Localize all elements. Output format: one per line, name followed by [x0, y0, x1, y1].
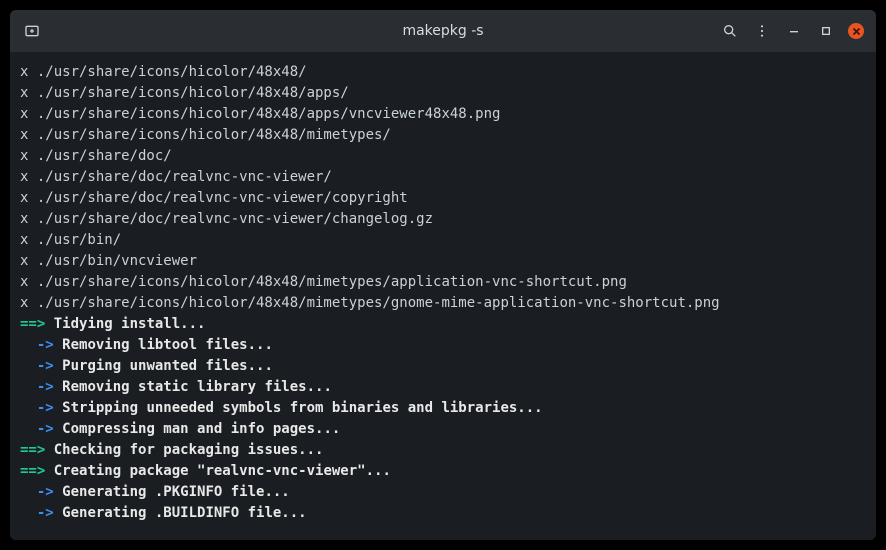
extract-line: x ./usr/share/icons/hicolor/48x48/mimety… [20, 272, 866, 293]
search-icon[interactable] [720, 21, 740, 41]
extract-line: x ./usr/share/doc/realvnc-vnc-viewer/ [20, 167, 866, 188]
stage-line: -> Generating .PKGINFO file... [20, 482, 866, 503]
extract-line: x ./usr/bin/ [20, 230, 866, 251]
stage-line: -> Generating .BUILDINFO file... [20, 503, 866, 524]
minimize-icon[interactable] [784, 21, 804, 41]
terminal-output[interactable]: x ./usr/share/icons/hicolor/48x48/x ./us… [10, 52, 876, 540]
new-tab-icon[interactable] [22, 21, 42, 41]
extract-line: x ./usr/share/icons/hicolor/48x48/apps/v… [20, 104, 866, 125]
stage-line: ==> Tidying install... [20, 314, 866, 335]
menu-icon[interactable] [752, 21, 772, 41]
stage-line: -> Removing static library files... [20, 377, 866, 398]
stage-line: -> Purging unwanted files... [20, 356, 866, 377]
titlebar: makepkg -s [10, 10, 876, 52]
window-title: makepkg -s [230, 23, 656, 39]
extract-line: x ./usr/share/icons/hicolor/48x48/mimety… [20, 125, 866, 146]
extract-line: x ./usr/share/icons/hicolor/48x48/mimety… [20, 293, 866, 314]
extract-line: x ./usr/share/icons/hicolor/48x48/ [20, 62, 866, 83]
extract-line: x ./usr/bin/vncviewer [20, 251, 866, 272]
close-icon[interactable] [848, 23, 864, 39]
extract-line: x ./usr/share/icons/hicolor/48x48/apps/ [20, 83, 866, 104]
stage-line: ==> Creating package "realvnc-vnc-viewer… [20, 461, 866, 482]
stage-line: -> Compressing man and info pages... [20, 419, 866, 440]
extract-line: x ./usr/share/doc/realvnc-vnc-viewer/cha… [20, 209, 866, 230]
extract-line: x ./usr/share/doc/realvnc-vnc-viewer/cop… [20, 188, 866, 209]
stage-line: -> Stripping unneeded symbols from binar… [20, 398, 866, 419]
stage-line: -> Removing libtool files... [20, 335, 866, 356]
terminal-window: makepkg -s x ./usr/share/icons/hicolor/4… [10, 10, 876, 540]
stage-line: ==> Checking for packaging issues... [20, 440, 866, 461]
maximize-icon[interactable] [816, 21, 836, 41]
extract-line: x ./usr/share/doc/ [20, 146, 866, 167]
